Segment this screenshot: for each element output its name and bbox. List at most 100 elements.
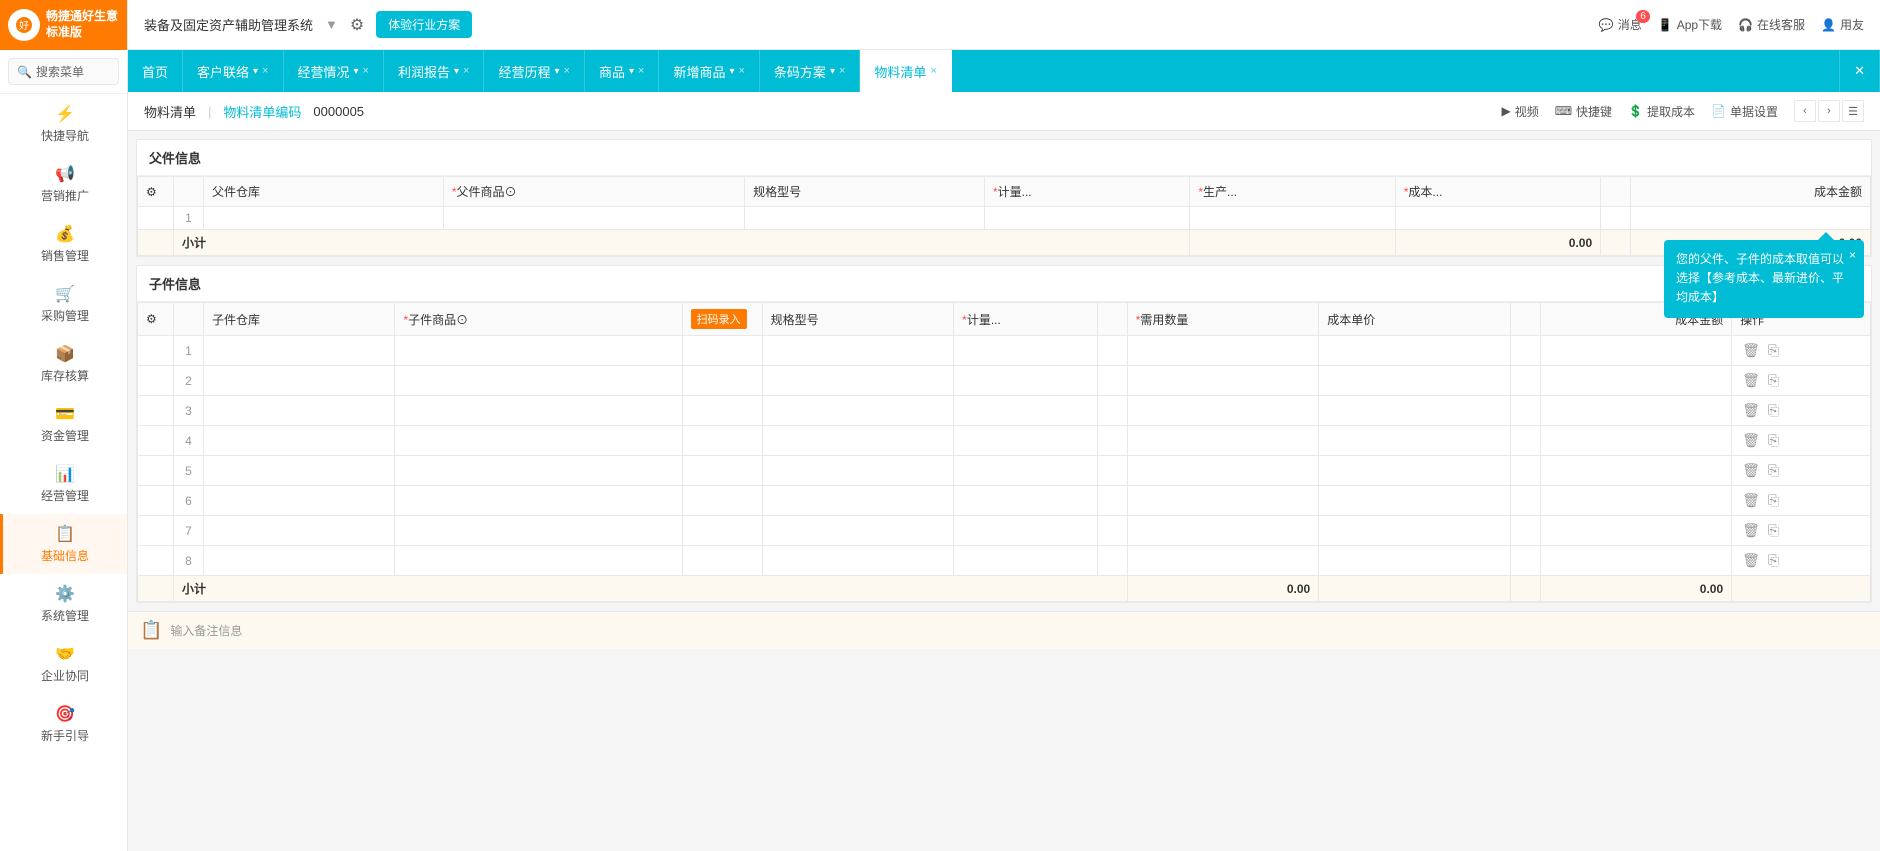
delete-row-button[interactable]: 🗑 <box>1740 490 1762 511</box>
child-row-4-unit-cost[interactable] <box>1319 426 1510 456</box>
breadcrumb-bom-list[interactable]: 物料清单 <box>144 102 196 121</box>
child-row-3-goods[interactable] <box>395 396 682 426</box>
child-row-1-warehouse[interactable] <box>204 336 395 366</box>
child-row-1-unit-cost[interactable] <box>1319 336 1510 366</box>
child-row-2-spec[interactable] <box>762 366 953 396</box>
sidebar-item-marketing[interactable]: 📢 营销推广 <box>0 154 127 214</box>
search-menu-button[interactable]: 🔍 搜索菜单 <box>8 58 119 85</box>
child-row-4-warehouse[interactable] <box>204 426 395 456</box>
tab-bom[interactable]: 物料清单 × <box>860 50 951 92</box>
child-row-5-unit[interactable] <box>954 456 1098 486</box>
shortcut-action[interactable]: ⌨ 快捷键 <box>1555 103 1612 120</box>
child-row-3-qty[interactable] <box>1127 396 1318 426</box>
close-icon[interactable]: × <box>738 65 744 77</box>
child-row-4-unit[interactable] <box>954 426 1098 456</box>
child-row-1-spec[interactable] <box>762 336 953 366</box>
copy-row-button[interactable]: ⎘ <box>1766 400 1781 421</box>
delete-row-button[interactable]: 🗑 <box>1740 430 1762 451</box>
child-row-2-unit[interactable] <box>954 366 1098 396</box>
child-row-1-goods[interactable] <box>395 336 682 366</box>
child-row-3-spec[interactable] <box>762 396 953 426</box>
close-icon[interactable]: × <box>839 65 845 77</box>
system-dropdown-icon[interactable]: ▼ <box>325 17 338 32</box>
close-icon[interactable]: × <box>463 65 469 77</box>
message-button[interactable]: 💬 消息 6 <box>1599 16 1642 33</box>
tooltip-close-button[interactable]: × <box>1849 246 1856 265</box>
close-icon[interactable]: × <box>638 65 644 77</box>
close-icon[interactable]: × <box>564 65 570 77</box>
tab-barcode[interactable]: 条码方案 ▾ × <box>760 50 860 92</box>
child-row-6-qty[interactable] <box>1127 486 1318 516</box>
child-row-3-unit-cost[interactable] <box>1319 396 1510 426</box>
child-row-8-warehouse[interactable] <box>204 546 395 576</box>
child-row-5-spec[interactable] <box>762 456 953 486</box>
copy-row-button[interactable]: ⎘ <box>1766 490 1781 511</box>
sidebar-item-purchase[interactable]: 🛒 采购管理 <box>0 274 127 334</box>
sidebar-item-collab[interactable]: 🤝 企业协同 <box>0 634 127 694</box>
child-row-8-unit[interactable] <box>954 546 1098 576</box>
close-icon[interactable]: × <box>930 65 936 77</box>
sidebar-item-inventory[interactable]: 📦 库存核算 <box>0 334 127 394</box>
settings-icon[interactable]: ⚙ <box>350 15 364 35</box>
sidebar-item-basic[interactable]: 📋 基础信息 <box>0 514 127 574</box>
scan-input-button[interactable]: 扫码录入 <box>691 309 747 329</box>
child-row-6-spec[interactable] <box>762 486 953 516</box>
sidebar-item-finance[interactable]: 💳 资金管理 <box>0 394 127 454</box>
child-row-1-qty[interactable] <box>1127 336 1318 366</box>
delete-row-button[interactable]: 🗑 <box>1740 340 1762 361</box>
parent-row-1-spec[interactable] <box>745 207 985 230</box>
nav-list-button[interactable]: ☰ <box>1842 100 1864 122</box>
sidebar-item-business[interactable]: 📊 经营管理 <box>0 454 127 514</box>
parent-row-1-produce[interactable] <box>1190 207 1395 230</box>
copy-row-button[interactable]: ⎘ <box>1766 460 1781 481</box>
parent-row-1-cost[interactable] <box>1395 207 1600 230</box>
close-icon[interactable]: × <box>363 65 369 77</box>
child-row-7-goods[interactable] <box>395 516 682 546</box>
child-row-8-goods[interactable] <box>395 546 682 576</box>
sidebar-item-guide[interactable]: 🎯 新手引导 <box>0 694 127 754</box>
child-row-2-qty[interactable] <box>1127 366 1318 396</box>
note-placeholder[interactable]: 输入备注信息 <box>170 622 242 639</box>
delete-row-button[interactable]: 🗑 <box>1740 520 1762 541</box>
child-row-4-spec[interactable] <box>762 426 953 456</box>
child-row-8-unit-cost[interactable] <box>1319 546 1510 576</box>
tab-goods[interactable]: 商品 ▾ × <box>585 50 659 92</box>
delete-row-button[interactable]: 🗑 <box>1740 550 1762 571</box>
child-row-3-warehouse[interactable] <box>204 396 395 426</box>
online-service-button[interactable]: 🎧 在线客服 <box>1738 16 1805 33</box>
child-row-7-unit-cost[interactable] <box>1319 516 1510 546</box>
delete-row-button[interactable]: 🗑 <box>1740 370 1762 391</box>
single-settings-action[interactable]: 📄 单据设置 <box>1711 103 1778 120</box>
copy-row-button[interactable]: ⎘ <box>1766 370 1781 391</box>
child-row-6-goods[interactable] <box>395 486 682 516</box>
child-row-7-spec[interactable] <box>762 516 953 546</box>
copy-row-button[interactable]: ⎘ <box>1766 550 1781 571</box>
delete-row-button[interactable]: 🗑 <box>1740 400 1762 421</box>
nav-prev-button[interactable]: ‹ <box>1794 100 1816 122</box>
tab-new-goods[interactable]: 新增商品 ▾ × <box>659 50 759 92</box>
close-icon[interactable]: × <box>262 65 268 77</box>
child-row-5-warehouse[interactable] <box>204 456 395 486</box>
child-row-7-warehouse[interactable] <box>204 516 395 546</box>
child-row-6-unit[interactable] <box>954 486 1098 516</box>
parent-row-1-goods[interactable] <box>443 207 744 230</box>
sidebar-item-system[interactable]: ⚙️ 系统管理 <box>0 574 127 634</box>
extract-cost-action[interactable]: 💲 提取成本 <box>1628 103 1695 120</box>
child-row-6-unit-cost[interactable] <box>1319 486 1510 516</box>
child-row-1-unit[interactable] <box>954 336 1098 366</box>
tab-history[interactable]: 经营历程 ▾ × <box>484 50 584 92</box>
sidebar-item-sales[interactable]: 💰 销售管理 <box>0 214 127 274</box>
child-row-8-qty[interactable] <box>1127 546 1318 576</box>
nav-next-button[interactable]: › <box>1818 100 1840 122</box>
child-row-5-qty[interactable] <box>1127 456 1318 486</box>
copy-row-button[interactable]: ⎘ <box>1766 520 1781 541</box>
child-row-7-qty[interactable] <box>1127 516 1318 546</box>
tab-profit[interactable]: 利润报告 ▾ × <box>384 50 484 92</box>
child-row-8-spec[interactable] <box>762 546 953 576</box>
tab-home[interactable]: 首页 <box>128 50 183 92</box>
parent-col-settings[interactable]: ⚙ <box>138 177 174 207</box>
child-row-2-goods[interactable] <box>395 366 682 396</box>
child-row-4-goods[interactable] <box>395 426 682 456</box>
try-button[interactable]: 体验行业方案 <box>376 11 472 38</box>
child-row-4-qty[interactable] <box>1127 426 1318 456</box>
